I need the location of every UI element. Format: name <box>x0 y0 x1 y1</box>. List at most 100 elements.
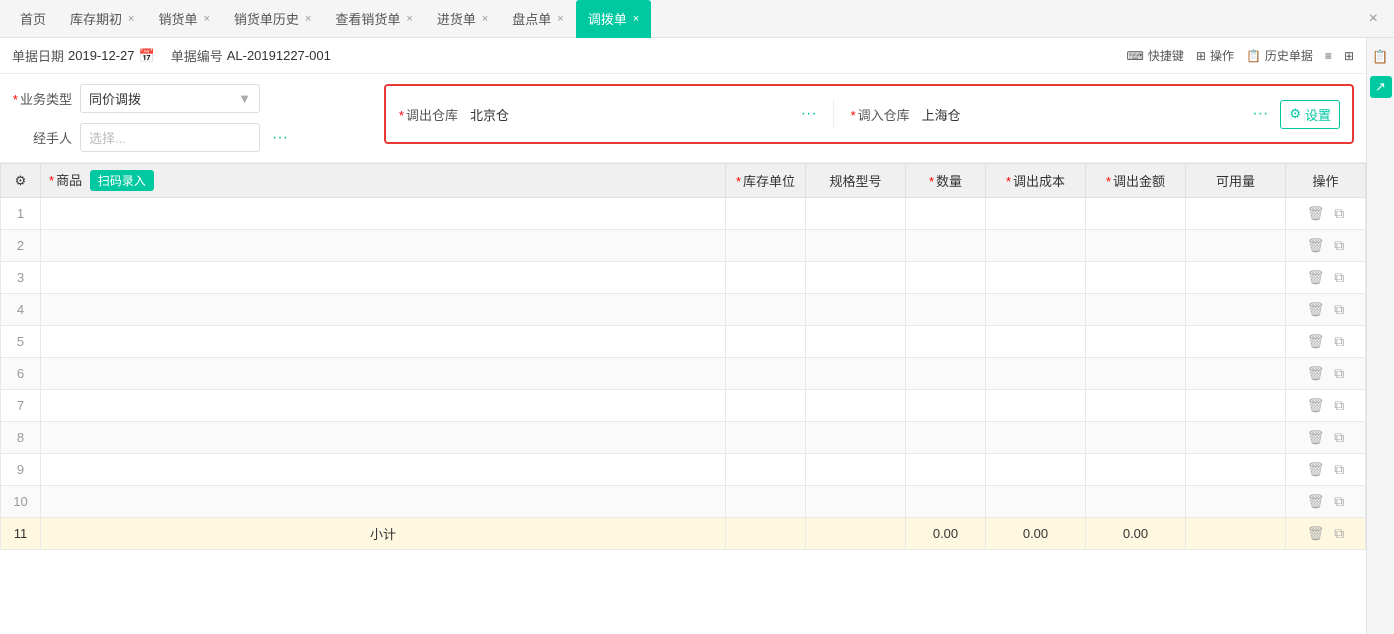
row-spec-cell[interactable] <box>806 230 906 262</box>
row-unit-cell[interactable] <box>726 358 806 390</box>
row-product-cell[interactable] <box>41 486 726 518</box>
tab-home[interactable]: 首页 <box>8 0 58 38</box>
row-amount-cell[interactable] <box>1086 358 1186 390</box>
row-unit-cell[interactable] <box>726 422 806 454</box>
row-delete-icon[interactable]: 🗑 <box>1307 365 1325 381</box>
sidebar-expand-icon[interactable]: ↗ <box>1370 76 1392 98</box>
row-cost-cell[interactable] <box>986 326 1086 358</box>
row-qty-cell[interactable] <box>906 486 986 518</box>
calendar-icon[interactable]: 📅 <box>139 48 155 64</box>
row-spec-cell[interactable] <box>806 198 906 230</box>
tab-sales-order[interactable]: 销货单 × <box>146 0 221 38</box>
row-product-cell[interactable] <box>41 230 726 262</box>
row-product-cell[interactable] <box>41 326 726 358</box>
row-amount-cell[interactable] <box>1086 486 1186 518</box>
row-qty-cell[interactable] <box>906 262 986 294</box>
row-product-cell[interactable] <box>41 262 726 294</box>
row-copy-icon[interactable]: ⧉ <box>1334 205 1344 221</box>
row-cost-cell[interactable] <box>986 390 1086 422</box>
row-copy-icon[interactable]: ⧉ <box>1334 301 1344 317</box>
row-cost-cell[interactable] <box>986 358 1086 390</box>
row-qty-cell[interactable] <box>906 198 986 230</box>
row-qty-cell[interactable] <box>906 454 986 486</box>
row-amount-cell[interactable] <box>1086 422 1186 454</box>
row-delete-icon[interactable]: 🗑 <box>1307 525 1325 541</box>
row-amount-cell[interactable] <box>1086 326 1186 358</box>
tab-sales-history[interactable]: 销货单历史 × <box>222 0 323 38</box>
row-copy-icon[interactable]: ⧉ <box>1334 493 1344 509</box>
row-unit-cell[interactable] <box>726 454 806 486</box>
tab-transfer[interactable]: 调拨单 × <box>576 0 651 38</box>
row-qty-cell[interactable] <box>906 230 986 262</box>
row-product-cell[interactable] <box>41 198 726 230</box>
tab-transfer-close[interactable]: × <box>633 13 639 25</box>
warehouse-in-value[interactable]: 上海仓 <box>922 105 961 124</box>
handler-dropdown[interactable]: 选择... <box>80 123 260 152</box>
layout-btn-1[interactable]: ≡ <box>1325 49 1332 63</box>
row-cost-cell[interactable] <box>986 230 1086 262</box>
row-delete-icon[interactable]: 🗑 <box>1307 237 1325 253</box>
row-qty-cell[interactable] <box>906 326 986 358</box>
row-spec-cell[interactable] <box>806 390 906 422</box>
row-spec-cell[interactable] <box>806 486 906 518</box>
row-copy-icon[interactable]: ⧉ <box>1334 333 1344 349</box>
row-cost-cell[interactable] <box>986 422 1086 454</box>
row-spec-cell[interactable] <box>806 454 906 486</box>
row-delete-icon[interactable]: 🗑 <box>1307 301 1325 317</box>
tab-inventory-init-close[interactable]: × <box>128 13 134 25</box>
warehouse-in-more[interactable]: ··· <box>1252 105 1268 123</box>
tab-purchase[interactable]: 进货单 × <box>425 0 500 38</box>
row-copy-icon[interactable]: ⧉ <box>1334 365 1344 381</box>
row-unit-cell[interactable] <box>726 262 806 294</box>
handler-more-icon[interactable]: ··· <box>272 129 288 147</box>
row-qty-cell[interactable] <box>906 422 986 454</box>
row-unit-cell[interactable] <box>726 390 806 422</box>
tab-sales-history-close[interactable]: × <box>305 13 311 25</box>
row-copy-icon[interactable]: ⧉ <box>1334 525 1344 541</box>
row-delete-icon[interactable]: 🗑 <box>1307 205 1325 221</box>
row-unit-cell[interactable] <box>726 294 806 326</box>
row-delete-icon[interactable]: 🗑 <box>1307 333 1325 349</box>
row-spec-cell[interactable] <box>806 358 906 390</box>
row-cost-cell[interactable] <box>986 262 1086 294</box>
row-qty-cell[interactable] <box>906 294 986 326</box>
row-unit-cell[interactable] <box>726 486 806 518</box>
row-delete-icon[interactable]: 🗑 <box>1307 461 1325 477</box>
layout-btn-2[interactable]: ⊞ <box>1344 49 1354 63</box>
history-btn[interactable]: 📋 历史单据 <box>1246 47 1313 64</box>
row-product-cell[interactable] <box>41 294 726 326</box>
sidebar-doc-icon[interactable]: 📋 <box>1370 46 1392 68</box>
row-copy-icon[interactable]: ⧉ <box>1334 429 1344 445</box>
scan-entry-button[interactable]: 扫码录入 <box>90 170 154 191</box>
warehouse-out-value[interactable]: 北京仓 <box>470 105 509 124</box>
tab-bar-close-all[interactable]: × <box>1361 10 1386 28</box>
tab-view-sales-close[interactable]: × <box>406 13 412 25</box>
ops-btn[interactable]: ⊞ 操作 <box>1196 47 1234 64</box>
row-amount-cell[interactable] <box>1086 390 1186 422</box>
row-spec-cell[interactable] <box>806 262 906 294</box>
tab-inventory-check-close[interactable]: × <box>557 13 563 25</box>
tab-sales-order-close[interactable]: × <box>203 13 209 25</box>
row-cost-cell[interactable] <box>986 294 1086 326</box>
row-amount-cell[interactable] <box>1086 294 1186 326</box>
row-unit-cell[interactable] <box>726 230 806 262</box>
row-amount-cell[interactable] <box>1086 454 1186 486</box>
row-spec-cell[interactable] <box>806 294 906 326</box>
row-product-cell[interactable] <box>41 454 726 486</box>
row-product-cell[interactable] <box>41 358 726 390</box>
row-copy-icon[interactable]: ⧉ <box>1334 461 1344 477</box>
row-spec-cell[interactable] <box>806 422 906 454</box>
row-copy-icon[interactable]: ⧉ <box>1334 237 1344 253</box>
warehouse-out-more[interactable]: ··· <box>801 105 817 123</box>
row-unit-cell[interactable] <box>726 326 806 358</box>
tab-inventory-check[interactable]: 盘点单 × <box>500 0 575 38</box>
row-delete-icon[interactable]: 🗑 <box>1307 493 1325 509</box>
row-amount-cell[interactable] <box>1086 262 1186 294</box>
biz-type-dropdown[interactable]: 同价调拨 ▼ <box>80 84 260 113</box>
row-copy-icon[interactable]: ⧉ <box>1334 269 1344 285</box>
col-header-settings[interactable]: ⚙ <box>1 164 41 198</box>
settings-button[interactable]: ⚙ 设置 <box>1280 100 1340 129</box>
row-unit-cell[interactable] <box>726 198 806 230</box>
row-qty-cell[interactable] <box>906 390 986 422</box>
row-delete-icon[interactable]: 🗑 <box>1307 429 1325 445</box>
